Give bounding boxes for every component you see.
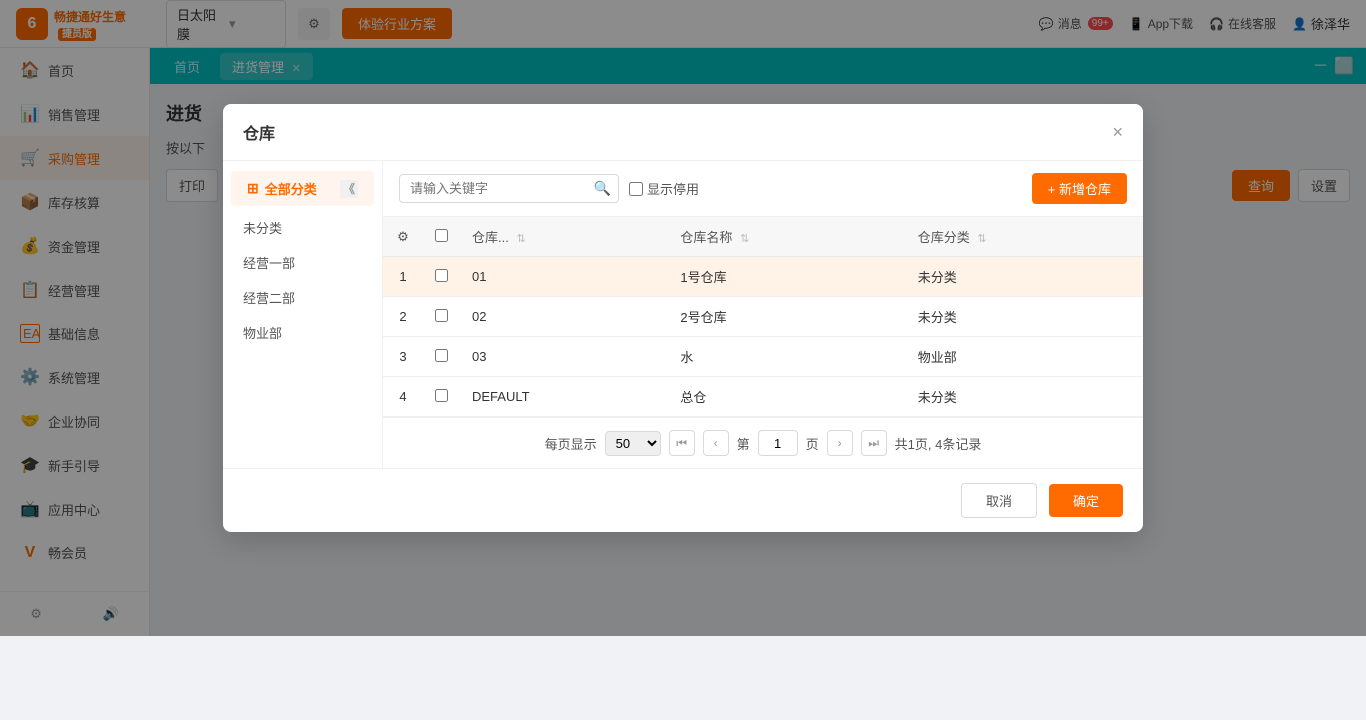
modal-title: 仓库 xyxy=(243,120,275,144)
last-page-button[interactable]: ⏭ xyxy=(861,430,887,456)
row-category: 未分类 xyxy=(906,377,1143,417)
row-checkbox[interactable] xyxy=(435,389,448,402)
row-index: 2 xyxy=(383,297,423,337)
table-body: 1 01 1号仓库 未分类 2 xyxy=(383,257,1143,417)
row-name: 水 xyxy=(668,337,905,377)
next-page-button[interactable]: › xyxy=(827,430,853,456)
page-input[interactable] xyxy=(758,430,798,456)
col-gear: ⚙ xyxy=(383,217,423,257)
sort-code-icon: ⇅ xyxy=(516,233,525,245)
row-checkbox[interactable] xyxy=(435,349,448,362)
row-name: 2号仓库 xyxy=(668,297,905,337)
first-page-button[interactable]: ⏮ xyxy=(669,430,695,456)
table-scroll: ⚙ 仓库... ⇅ 仓库名称 ⇅ xyxy=(383,217,1143,417)
show-disabled-checkbox[interactable] xyxy=(629,182,643,196)
sort-category-icon: ⇅ xyxy=(977,233,986,245)
total-info-label: 共1页, 4条记录 xyxy=(895,434,982,453)
col-checkbox xyxy=(423,217,460,257)
row-checkbox[interactable] xyxy=(435,269,448,282)
select-all-checkbox[interactable] xyxy=(435,229,448,242)
page-unit-label: 页 xyxy=(806,434,819,453)
col-code[interactable]: 仓库... ⇅ xyxy=(460,217,668,257)
warehouse-table: ⚙ 仓库... ⇅ 仓库名称 ⇅ xyxy=(383,217,1143,417)
col-name[interactable]: 仓库名称 ⇅ xyxy=(668,217,905,257)
sort-name-icon: ⇅ xyxy=(740,233,749,245)
row-checkbox[interactable] xyxy=(435,309,448,322)
modal-footer: 取消 确定 xyxy=(223,468,1143,532)
row-category: 物业部 xyxy=(906,337,1143,377)
table-row[interactable]: 2 02 2号仓库 未分类 xyxy=(383,297,1143,337)
pagination-bar: 每页显示 50 20 100 ⏮ ‹ 第 页 › ⏭ 共1页, 4条记录 xyxy=(383,417,1143,468)
row-index: 4 xyxy=(383,377,423,417)
table-row[interactable]: 1 01 1号仓库 未分类 xyxy=(383,257,1143,297)
modal-overlay: 仓库 × ⊞ 全部分类 《 未分类 经营一部 经营二部 xyxy=(0,0,1366,636)
per-page-select[interactable]: 50 20 100 xyxy=(605,431,661,456)
category-item-dept2[interactable]: 经营二部 xyxy=(223,280,382,315)
category-panel: ⊞ 全部分类 《 未分类 经营一部 经营二部 物业部 xyxy=(223,161,383,468)
warehouse-modal: 仓库 × ⊞ 全部分类 《 未分类 经营一部 经营二部 xyxy=(223,104,1143,532)
per-page-label: 每页显示 xyxy=(545,434,597,453)
search-wrap: 🔍 xyxy=(399,174,619,203)
show-disabled-toggle[interactable]: 显示停用 xyxy=(629,179,699,198)
collapse-panel-button[interactable]: 《 xyxy=(340,180,358,198)
modal-body: ⊞ 全部分类 《 未分类 经营一部 经营二部 物业部 xyxy=(223,161,1143,468)
table-panel: 🔍 显示停用 + 新增仓库 ⚙ xyxy=(383,161,1143,468)
table-row[interactable]: 4 DEFAULT 总仓 未分类 xyxy=(383,377,1143,417)
category-item-unclassified[interactable]: 未分类 xyxy=(223,210,382,245)
table-row[interactable]: 3 03 水 物业部 xyxy=(383,337,1143,377)
search-icon[interactable]: 🔍 xyxy=(594,180,611,197)
row-code: 01 xyxy=(460,257,668,297)
table-header: ⚙ 仓库... ⇅ 仓库名称 ⇅ xyxy=(383,217,1143,257)
col-category[interactable]: 仓库分类 ⇅ xyxy=(906,217,1143,257)
cancel-button[interactable]: 取消 xyxy=(961,483,1037,518)
category-item-property[interactable]: 物业部 xyxy=(223,315,382,350)
grid-icon: ⊞ xyxy=(247,180,259,197)
table-toolbar: 🔍 显示停用 + 新增仓库 xyxy=(383,161,1143,217)
modal-close-button[interactable]: × xyxy=(1112,122,1123,143)
row-index: 3 xyxy=(383,337,423,377)
row-code: 02 xyxy=(460,297,668,337)
row-category: 未分类 xyxy=(906,257,1143,297)
page-label: 第 xyxy=(737,434,750,453)
prev-page-button[interactable]: ‹ xyxy=(703,430,729,456)
add-warehouse-button[interactable]: + 新增仓库 xyxy=(1032,173,1127,204)
confirm-button[interactable]: 确定 xyxy=(1049,484,1123,517)
row-name: 总仓 xyxy=(668,377,905,417)
row-category: 未分类 xyxy=(906,297,1143,337)
row-name: 1号仓库 xyxy=(668,257,905,297)
modal-header: 仓库 × xyxy=(223,104,1143,161)
search-input[interactable] xyxy=(399,174,619,203)
all-categories-button[interactable]: ⊞ 全部分类 《 xyxy=(231,171,374,206)
row-code: DEFAULT xyxy=(460,377,668,417)
row-code: 03 xyxy=(460,337,668,377)
row-index: 1 xyxy=(383,257,423,297)
category-item-dept1[interactable]: 经营一部 xyxy=(223,245,382,280)
